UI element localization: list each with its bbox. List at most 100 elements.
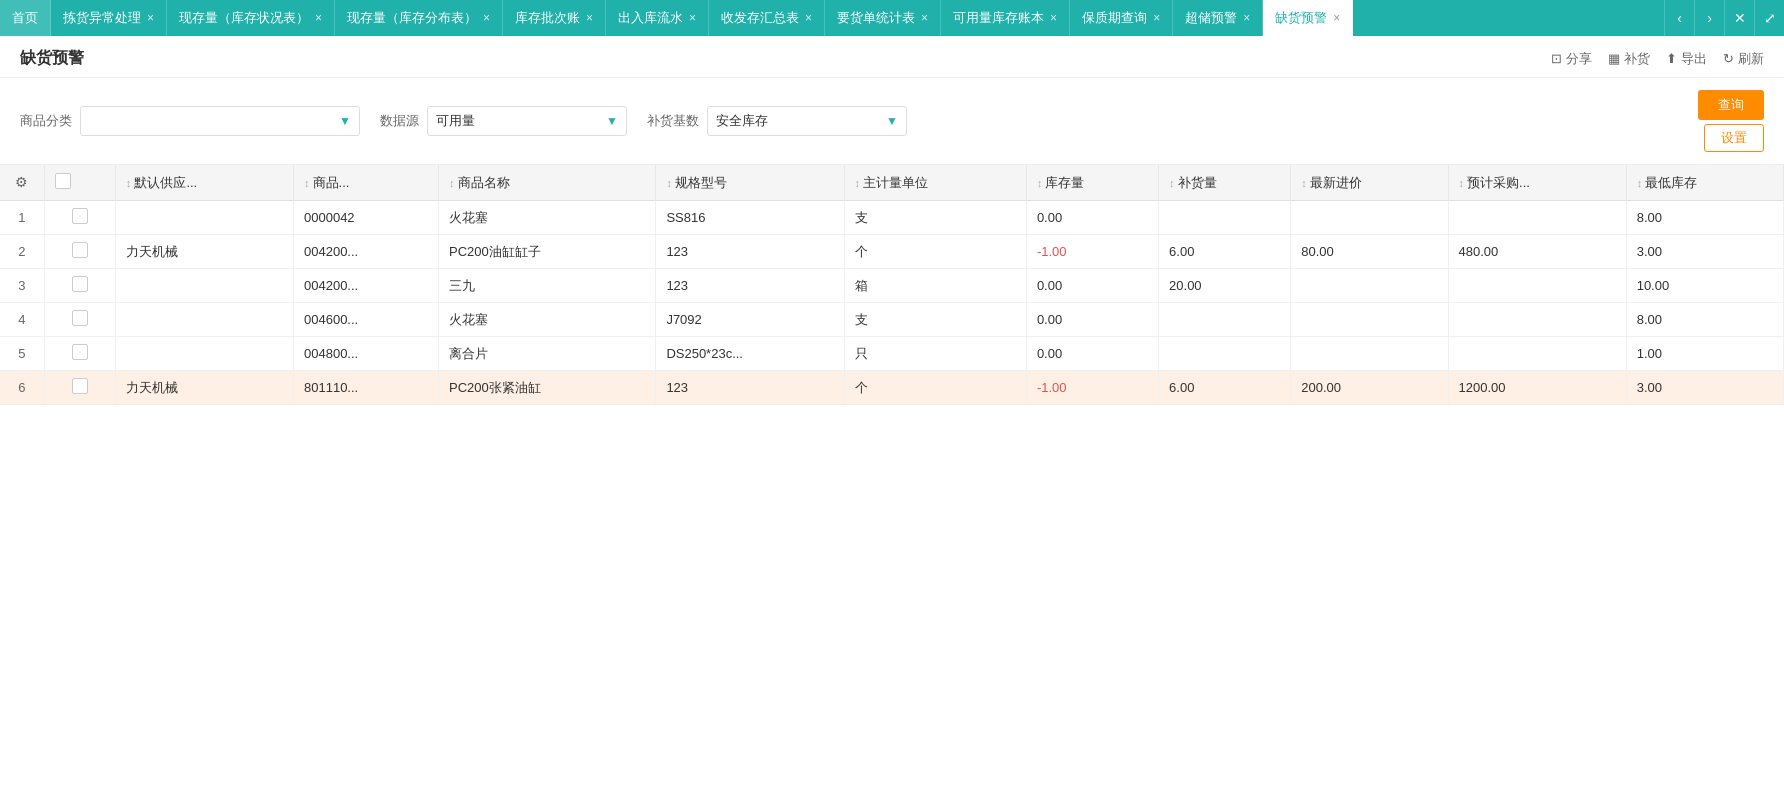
row-latest-price-5 [1291, 337, 1448, 371]
row-min-stock-6: 3.00 [1626, 371, 1783, 405]
replenish-basis-value: 安全库存 [716, 112, 878, 130]
nav-prev-button[interactable]: ‹ [1664, 0, 1694, 36]
tab-quality-query[interactable]: 保质期查询 × [1070, 0, 1173, 36]
tab-inout-flow-close[interactable]: × [689, 11, 696, 25]
export-label: 导出 [1681, 50, 1707, 68]
tab-batch-account-close[interactable]: × [586, 11, 593, 25]
datasource-select[interactable]: 可用量 ▼ [427, 106, 627, 136]
tab-stock-status-close[interactable]: × [315, 11, 322, 25]
row-supplier-1 [115, 201, 293, 235]
row-checkbox-3[interactable] [44, 269, 115, 303]
row-checkbox-4[interactable] [44, 303, 115, 337]
tab-batch-account[interactable]: 库存批次账 × [503, 0, 606, 36]
row-latest-price-3 [1291, 269, 1448, 303]
col-unit[interactable]: 主计量单位 [844, 165, 1026, 201]
tab-inout-flow-label: 出入库流水 [618, 9, 683, 27]
replenish-icon: ▦ [1608, 51, 1620, 66]
row-checkbox-5[interactable] [44, 337, 115, 371]
datasource-filter-label: 数据源 [380, 112, 419, 130]
export-button[interactable]: ⬆ 导出 [1666, 50, 1707, 68]
tab-stock-dist-close[interactable]: × [483, 11, 490, 25]
row-est-purchase-3 [1448, 269, 1626, 303]
col-spec[interactable]: 规格型号 [656, 165, 844, 201]
category-select[interactable]: ▼ [80, 106, 360, 136]
col-stock-qty[interactable]: 库存量 [1026, 165, 1158, 201]
replenish-basis-label: 补货基数 [647, 112, 699, 130]
row-product-name-5: 离合片 [439, 337, 656, 371]
row-replenish-qty-1 [1159, 201, 1291, 235]
row-unit-1: 支 [844, 201, 1026, 235]
tab-available-ledger-close[interactable]: × [1050, 11, 1057, 25]
tab-demand-close[interactable]: × [921, 11, 928, 25]
row-replenish-qty-4 [1159, 303, 1291, 337]
row-est-purchase-5 [1448, 337, 1626, 371]
row-checkbox-2[interactable] [44, 235, 115, 269]
tab-inout-flow[interactable]: 出入库流水 × [606, 0, 709, 36]
tab-picking-exception[interactable]: 拣货异常处理 × [51, 0, 167, 36]
col-min-stock-label: 最低库存 [1645, 175, 1697, 190]
table-row: 5 004800... 离合片 DS250*23c... 只 0.00 1.00 [0, 337, 1784, 371]
col-min-stock[interactable]: 最低库存 [1626, 165, 1783, 201]
query-button[interactable]: 查询 [1698, 90, 1764, 120]
settings-gear-icon[interactable]: ⚙ [13, 174, 31, 192]
col-product-name-label: 商品名称 [458, 175, 510, 190]
replenish-basis-select[interactable]: 安全库存 ▼ [707, 106, 907, 136]
tab-overstock-label: 超储预警 [1185, 9, 1237, 27]
col-latest-price[interactable]: 最新进价 [1291, 165, 1448, 201]
datasource-chevron-icon: ▼ [606, 114, 618, 128]
tab-shortage-close[interactable]: × [1333, 11, 1340, 25]
replenish-button[interactable]: ▦ 补货 [1608, 50, 1650, 68]
header-actions: ⊡ 分享 ▦ 补货 ⬆ 导出 ↻ 刷新 [1551, 50, 1764, 68]
row-checkbox-6[interactable] [44, 371, 115, 405]
main-content: 缺货预警 ⊡ 分享 ▦ 补货 ⬆ 导出 ↻ 刷新 商品分类 [0, 36, 1784, 796]
datasource-select-value: 可用量 [436, 112, 598, 130]
page-title: 缺货预警 [20, 48, 84, 69]
tab-overstock[interactable]: 超储预警 × [1173, 0, 1263, 36]
tab-summary-close[interactable]: × [805, 11, 812, 25]
share-button[interactable]: ⊡ 分享 [1551, 50, 1592, 68]
col-est-purchase[interactable]: 预计采购... [1448, 165, 1626, 201]
tab-available-ledger-label: 可用量库存账本 [953, 9, 1044, 27]
tab-home[interactable]: 首页 [0, 0, 51, 36]
select-all-checkbox[interactable] [55, 173, 71, 189]
settings-button[interactable]: 设置 [1704, 124, 1764, 152]
table-row: 6 力天机械 801110... PC200张紧油缸 123 个 -1.00 6… [0, 371, 1784, 405]
col-latest-price-label: 最新进价 [1310, 175, 1362, 190]
tab-picking-close[interactable]: × [147, 11, 154, 25]
row-stock-qty-1: 0.00 [1026, 201, 1158, 235]
row-supplier-6: 力天机械 [115, 371, 293, 405]
row-spec-6: 123 [656, 371, 844, 405]
tab-available-ledger[interactable]: 可用量库存账本 × [941, 0, 1070, 36]
tab-home-label: 首页 [12, 9, 38, 27]
nav-close-button[interactable]: ✕ [1724, 0, 1754, 36]
share-icon: ⊡ [1551, 51, 1562, 66]
col-gear: ⚙ [0, 165, 44, 201]
row-unit-2: 个 [844, 235, 1026, 269]
tab-shortage-label: 缺货预警 [1275, 9, 1327, 27]
data-table: ⚙ 默认供应... 商品... 商品名称 规格型号 [0, 165, 1784, 405]
tab-shortage[interactable]: 缺货预警 × [1263, 0, 1353, 36]
tab-demand[interactable]: 要货单统计表 × [825, 0, 941, 36]
col-replenish-qty[interactable]: 补货量 [1159, 165, 1291, 201]
nav-next-button[interactable]: › [1694, 0, 1724, 36]
row-product-code-6: 801110... [293, 371, 438, 405]
col-replenish-qty-label: 补货量 [1178, 175, 1217, 190]
col-default-supplier[interactable]: 默认供应... [115, 165, 293, 201]
row-supplier-4 [115, 303, 293, 337]
col-unit-label: 主计量单位 [863, 175, 928, 190]
tab-stock-dist[interactable]: 现存量（库存分布表） × [335, 0, 503, 36]
row-checkbox-1[interactable] [44, 201, 115, 235]
nav-expand-button[interactable]: ⤢ [1754, 0, 1784, 36]
tab-stock-status[interactable]: 现存量（库存状况表） × [167, 0, 335, 36]
refresh-button[interactable]: ↻ 刷新 [1723, 50, 1764, 68]
tab-quality-query-close[interactable]: × [1153, 11, 1160, 25]
row-stock-qty-4: 0.00 [1026, 303, 1158, 337]
row-est-purchase-1 [1448, 201, 1626, 235]
table-header-row: ⚙ 默认供应... 商品... 商品名称 规格型号 [0, 165, 1784, 201]
col-product-name[interactable]: 商品名称 [439, 165, 656, 201]
refresh-label: 刷新 [1738, 50, 1764, 68]
refresh-icon: ↻ [1723, 51, 1734, 66]
tab-summary[interactable]: 收发存汇总表 × [709, 0, 825, 36]
col-product-code[interactable]: 商品... [293, 165, 438, 201]
tab-overstock-close[interactable]: × [1243, 11, 1250, 25]
